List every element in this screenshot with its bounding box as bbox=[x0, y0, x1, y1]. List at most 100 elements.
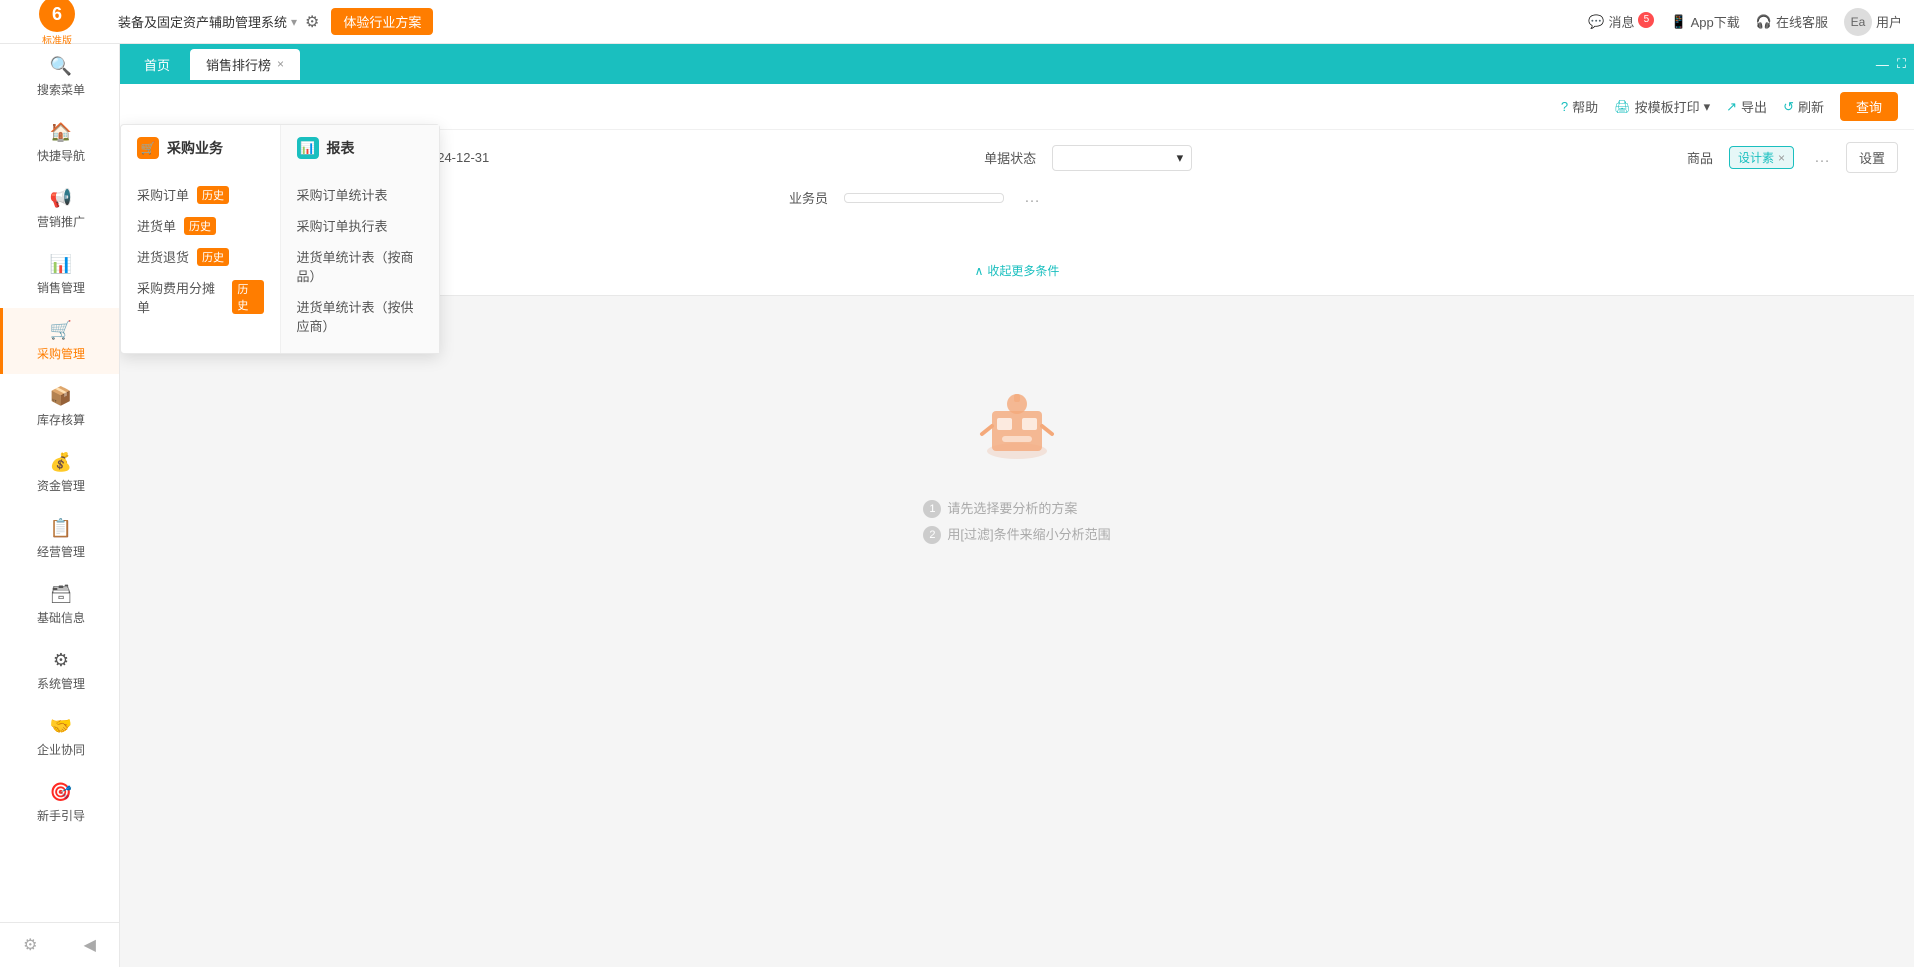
salesman-more-btn[interactable]: … bbox=[1024, 189, 1040, 207]
export-icon: ↗ bbox=[1726, 99, 1737, 115]
history-badge-2: 历史 bbox=[197, 248, 229, 266]
dropdown-item-purchase-order[interactable]: 采购订单 历史 bbox=[137, 179, 264, 210]
avatar: Ea bbox=[1844, 8, 1872, 36]
headset-icon: 🎧 bbox=[1756, 14, 1772, 30]
dropdown-item-stock-return[interactable]: 进货退货 历史 bbox=[137, 241, 264, 272]
step-num-1: 1 bbox=[923, 500, 941, 518]
help-btn[interactable]: ? 帮助 bbox=[1561, 97, 1598, 116]
empty-tips: 1 请先选择要分析的方案 2 用[过滤]条件来缩小分析范围 bbox=[923, 496, 1110, 548]
purchase-icon: 🛒 bbox=[50, 320, 72, 341]
dropdown-item-stock-by-supplier[interactable]: 进货单统计表（按供应商） bbox=[297, 291, 424, 341]
sidebar-item-cooperation[interactable]: 🤝 企业协同 bbox=[0, 704, 119, 770]
query-button[interactable]: 查询 bbox=[1840, 92, 1898, 121]
history-badge-1: 历史 bbox=[184, 217, 216, 235]
search-icon: 🔍 bbox=[50, 56, 72, 77]
sidebar: 🔍 搜索菜单 🏠 快捷导航 📢 营销推广 📊 销售管理 🛒 采购管理 📦 库存核… bbox=[0, 44, 120, 967]
history-badge-3: 历史 bbox=[232, 280, 263, 314]
sidebar-item-sales[interactable]: 📊 销售管理 bbox=[0, 242, 119, 308]
sidebar-item-finance[interactable]: 💰 资金管理 bbox=[0, 440, 119, 506]
page-content: 🛒 采购业务 采购订单 历史 进货单 历史 进货退货 历史 bbox=[120, 84, 1914, 967]
topbar: 6 标准版 装备及固定资产辅助管理系统 ▾ ⚙ 体验行业方案 💬 消息 5 📱 … bbox=[0, 0, 1914, 44]
message-icon: 💬 bbox=[1588, 14, 1604, 30]
status-label: 单据状态 bbox=[984, 148, 1036, 167]
salesman-input[interactable] bbox=[844, 193, 1004, 203]
dropdown-report-header: 📊 报表 bbox=[297, 137, 424, 167]
sidebar-collapse-btn[interactable]: ◀ bbox=[76, 931, 104, 959]
step-num-2: 2 bbox=[923, 526, 941, 544]
tab-home[interactable]: 首页 bbox=[128, 49, 186, 80]
dropdown-item-purchase-expense[interactable]: 采购费用分摊单 历史 bbox=[137, 272, 264, 322]
goods-tag-close[interactable]: × bbox=[1778, 151, 1785, 165]
salesman-label: 业务员 bbox=[789, 188, 828, 207]
tab-bar-right: — ⛶ bbox=[1876, 56, 1906, 72]
sidebar-item-inventory[interactable]: 📦 库存核算 bbox=[0, 374, 119, 440]
dropdown-menu: 🛒 采购业务 采购订单 历史 进货单 历史 进货退货 历史 bbox=[120, 124, 440, 354]
home-icon: 🏠 bbox=[50, 122, 72, 143]
tab-expand-icon[interactable]: ⛶ bbox=[1897, 56, 1906, 72]
basic-info-icon: 🗃 bbox=[50, 584, 73, 605]
sidebar-item-search-menu[interactable]: 🔍 搜索菜单 bbox=[0, 44, 119, 110]
logo-icon: 6 bbox=[39, 0, 75, 32]
sidebar-item-guide[interactable]: 🎯 新手引导 bbox=[0, 770, 119, 836]
sidebar-item-operations[interactable]: 📋 经营管理 bbox=[0, 506, 119, 572]
inventory-icon: 📦 bbox=[50, 386, 72, 407]
phone-icon: 📱 bbox=[1670, 14, 1686, 30]
tab-minimize-icon[interactable]: — bbox=[1876, 57, 1889, 72]
tab-close-icon[interactable]: × bbox=[277, 57, 284, 71]
goods-label: 商品 bbox=[1687, 148, 1713, 167]
empty-step-2: 2 用[过滤]条件来缩小分析范围 bbox=[923, 522, 1110, 548]
goods-more-btn[interactable]: … bbox=[1814, 149, 1830, 167]
dropdown-item-stock-in[interactable]: 进货单 历史 bbox=[137, 210, 264, 241]
print-dropdown-icon: ▾ bbox=[1704, 99, 1711, 115]
history-badge-0: 历史 bbox=[197, 186, 229, 204]
gear-icon[interactable]: ⚙ bbox=[305, 12, 319, 32]
sidebar-settings-btn[interactable]: ⚙ bbox=[15, 931, 45, 959]
guide-icon: 🎯 bbox=[50, 782, 72, 803]
sales-icon: 📊 bbox=[50, 254, 72, 275]
finance-icon: 💰 bbox=[50, 452, 72, 473]
system-dropdown-icon[interactable]: ▾ bbox=[291, 15, 297, 29]
settings-button[interactable]: 设置 bbox=[1846, 142, 1898, 173]
dropdown-item-stock-by-goods[interactable]: 进货单统计表（按商品） bbox=[297, 241, 424, 291]
tab-bar: 首页 销售排行榜 × — ⛶ bbox=[120, 44, 1914, 84]
main-layout: 🔍 搜索菜单 🏠 快捷导航 📢 营销推广 📊 销售管理 🛒 采购管理 📦 库存核… bbox=[0, 44, 1914, 967]
online-service-btn[interactable]: 🎧 在线客服 bbox=[1756, 12, 1828, 31]
dropdown-item-purchase-stat[interactable]: 采购订单统计表 bbox=[297, 179, 424, 210]
app-download-btn[interactable]: 📱 App下载 bbox=[1670, 12, 1739, 31]
user-btn[interactable]: Ea 用户 bbox=[1844, 8, 1902, 36]
report-header-icon: 📊 bbox=[297, 137, 319, 159]
system-name: 装备及固定资产辅助管理系统 bbox=[118, 12, 287, 31]
empty-step-1: 1 请先选择要分析的方案 bbox=[923, 496, 1110, 522]
cooperation-icon: 🤝 bbox=[50, 716, 72, 737]
export-btn[interactable]: ↗ 导出 bbox=[1726, 97, 1767, 116]
status-dropdown-icon: ▾ bbox=[1177, 150, 1184, 166]
content-area: 首页 销售排行榜 × — ⛶ 🛒 采购业务 bbox=[120, 44, 1914, 967]
refresh-icon: ↺ bbox=[1783, 99, 1794, 115]
marketing-icon: 📢 bbox=[50, 188, 72, 209]
sidebar-item-quick-nav[interactable]: 🏠 快捷导航 bbox=[0, 110, 119, 176]
empty-svg bbox=[967, 376, 1067, 476]
dropdown-item-purchase-exec[interactable]: 采购订单执行表 bbox=[297, 210, 424, 241]
print-btn[interactable]: 🖨 按模板打印 ▾ bbox=[1614, 97, 1710, 116]
dropdown-purchase-header: 🛒 采购业务 bbox=[137, 137, 264, 167]
sidebar-item-system[interactable]: ⚙ 系统管理 bbox=[0, 638, 119, 704]
sidebar-bottom: ⚙ ◀ bbox=[0, 922, 119, 967]
print-icon: 🖨 bbox=[1614, 99, 1631, 115]
notification-badge: 5 bbox=[1638, 12, 1654, 28]
sidebar-item-purchase[interactable]: 🛒 采购管理 bbox=[0, 308, 119, 374]
sidebar-item-marketing[interactable]: 📢 营销推广 bbox=[0, 176, 119, 242]
goods-tag: 设计素 × bbox=[1729, 146, 1794, 169]
system-name-area: 装备及固定资产辅助管理系统 ▾ bbox=[118, 12, 297, 31]
collapse-up-icon: ∧ bbox=[975, 264, 984, 278]
empty-illustration bbox=[967, 376, 1067, 476]
topbar-right: 💬 消息 5 📱 App下载 🎧 在线客服 Ea 用户 bbox=[1588, 8, 1902, 36]
tab-active[interactable]: 销售排行榜 × bbox=[190, 49, 300, 80]
purchase-header-icon: 🛒 bbox=[137, 137, 159, 159]
status-input[interactable]: ▾ bbox=[1052, 145, 1192, 171]
sidebar-item-basic-info[interactable]: 🗃 基础信息 bbox=[0, 572, 119, 638]
dropdown-report-col: 📊 报表 采购订单统计表 采购订单执行表 进货单统计表（按商品） 进货单统计表（… bbox=[281, 125, 440, 353]
message-btn[interactable]: 💬 消息 5 bbox=[1588, 12, 1654, 31]
refresh-btn[interactable]: ↺ 刷新 bbox=[1783, 97, 1824, 116]
operations-icon: 📋 bbox=[50, 518, 72, 539]
industry-button[interactable]: 体验行业方案 bbox=[331, 8, 433, 35]
